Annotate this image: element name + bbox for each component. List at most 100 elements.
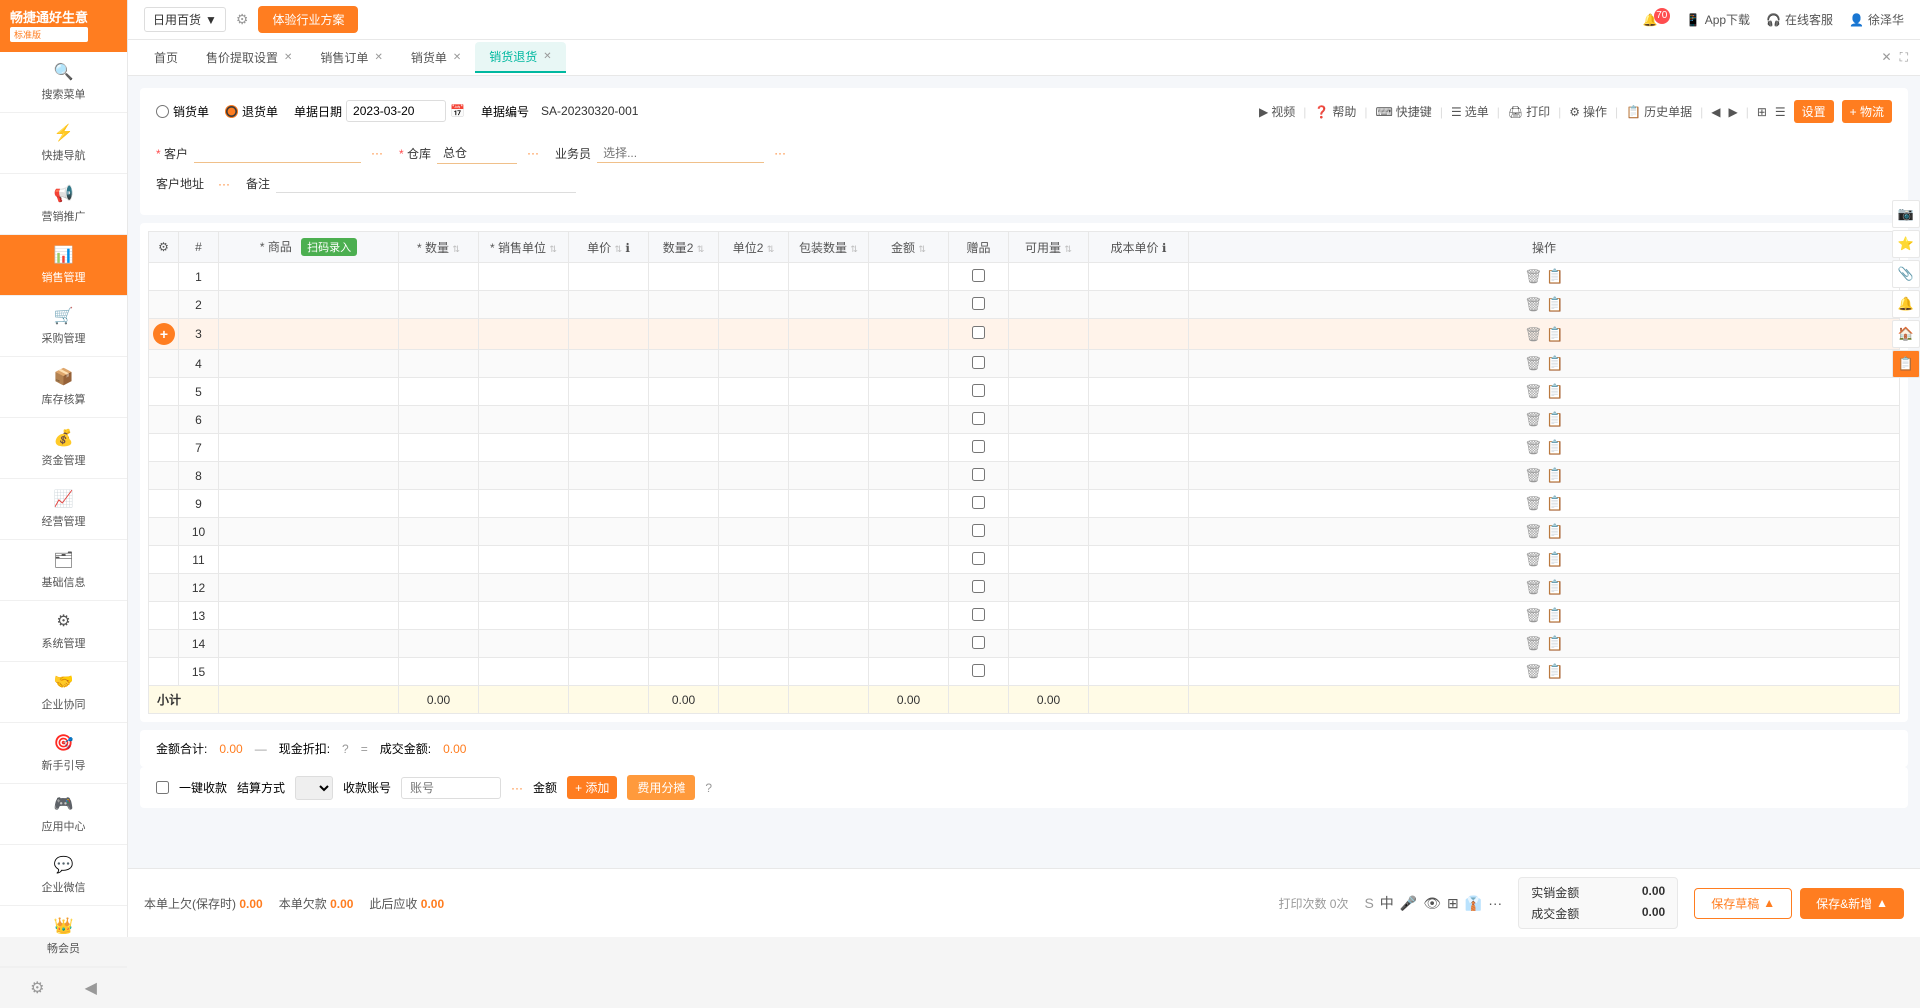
toolbar-select[interactable]: ☰ 选单 <box>1451 103 1489 120</box>
gift-cell[interactable] <box>949 630 1009 658</box>
gift-checkbox[interactable] <box>972 636 985 649</box>
remark-input[interactable] <box>276 174 576 193</box>
product-cell[interactable] <box>219 462 399 490</box>
sidebar-item-system[interactable]: ⚙ 系统管理 <box>0 601 127 662</box>
cost-price-cell[interactable] <box>1089 319 1189 350</box>
sidebar-item-appstore[interactable]: 🎮 应用中心 <box>0 784 127 845</box>
sort-icon[interactable]: ⇅ <box>1064 244 1072 254</box>
copy-icon[interactable]: 📋 <box>1546 411 1563 427</box>
qty-cell[interactable] <box>399 378 479 406</box>
delete-icon[interactable]: 🗑 <box>1524 495 1542 511</box>
available-cell[interactable] <box>1009 602 1089 630</box>
delete-icon[interactable]: 🗑 <box>1524 663 1542 679</box>
save-draft-button[interactable]: 保存草稿 ▲ <box>1694 888 1792 919</box>
product-cell[interactable] <box>219 378 399 406</box>
delete-icon[interactable]: 🗑 <box>1524 326 1542 342</box>
one-click-checkbox[interactable] <box>156 781 169 794</box>
payment-question-icon[interactable]: ? <box>705 781 712 795</box>
price-cell[interactable] <box>569 602 649 630</box>
delete-icon[interactable]: 🗑 <box>1524 355 1542 371</box>
right-quick-photo[interactable]: 📷 <box>1892 200 1920 228</box>
bottom-icon-dots[interactable]: ··· <box>1488 895 1502 911</box>
delete-icon[interactable]: 🗑 <box>1524 467 1542 483</box>
ellipsis-icon[interactable]: ··· <box>511 781 523 795</box>
qty2-cell[interactable] <box>649 490 719 518</box>
staff-input[interactable] <box>597 144 764 163</box>
sale-unit-cell[interactable] <box>479 434 569 462</box>
qty-cell[interactable] <box>399 350 479 378</box>
maximize-icon[interactable]: ⛶ <box>1900 50 1908 65</box>
product-cell[interactable] <box>219 263 399 291</box>
right-quick-star[interactable]: ⭐ <box>1892 230 1920 258</box>
price-cell[interactable] <box>569 378 649 406</box>
price-cell[interactable] <box>569 462 649 490</box>
price-cell[interactable] <box>569 574 649 602</box>
qty2-cell[interactable] <box>649 602 719 630</box>
toolbar-nav-next[interactable]: ▶ <box>1728 105 1737 119</box>
available-cell[interactable] <box>1009 378 1089 406</box>
gift-checkbox[interactable] <box>972 412 985 425</box>
copy-icon[interactable]: 📋 <box>1546 579 1563 595</box>
sort-icon[interactable]: ⇅ <box>549 244 557 254</box>
sidebar-item-shortcut[interactable]: ⚡ 快捷导航 <box>0 113 127 174</box>
address-selector-icon[interactable]: ··· <box>218 177 230 191</box>
available-cell[interactable] <box>1009 630 1089 658</box>
gift-cell[interactable] <box>949 378 1009 406</box>
logistics-button[interactable]: + 物流 <box>1842 100 1892 123</box>
amount-cell[interactable] <box>869 406 949 434</box>
pkg-qty-cell[interactable] <box>789 658 869 686</box>
qty-cell[interactable] <box>399 630 479 658</box>
qty2-cell[interactable] <box>649 406 719 434</box>
calc-method-select[interactable] <box>295 776 333 800</box>
amount-cell[interactable] <box>869 574 949 602</box>
tab-close-icon[interactable]: ✕ <box>453 52 461 63</box>
right-quick-home[interactable]: 🏠 <box>1892 320 1920 348</box>
user-profile[interactable]: 👤 徐泽华 <box>1849 11 1904 28</box>
bottom-icon-mic[interactable]: 🎤 <box>1400 895 1417 912</box>
qty2-cell[interactable] <box>649 546 719 574</box>
amount-cell[interactable] <box>869 630 949 658</box>
col-gear[interactable]: ⚙ <box>149 232 179 263</box>
pkg-qty-cell[interactable] <box>789 406 869 434</box>
toolbar-print[interactable]: 🖨 打印 <box>1508 103 1550 120</box>
gift-cell[interactable] <box>949 602 1009 630</box>
delete-icon[interactable]: 🗑 <box>1524 607 1542 623</box>
product-cell[interactable] <box>219 291 399 319</box>
gift-checkbox[interactable] <box>972 468 985 481</box>
product-cell[interactable] <box>219 630 399 658</box>
delete-icon[interactable]: 🗑 <box>1524 411 1542 427</box>
amount-cell[interactable] <box>869 350 949 378</box>
pkg-qty-cell[interactable] <box>789 602 869 630</box>
radio-return-input[interactable] <box>225 105 238 118</box>
customer-input[interactable] <box>194 144 361 163</box>
copy-icon[interactable]: 📋 <box>1546 551 1563 567</box>
sale-unit-cell[interactable] <box>479 263 569 291</box>
amount-cell[interactable] <box>869 263 949 291</box>
toolbar-grid-view[interactable]: ⊞ <box>1757 105 1767 119</box>
sale-unit-cell[interactable] <box>479 630 569 658</box>
cost-price-cell[interactable] <box>1089 378 1189 406</box>
delete-icon[interactable]: 🗑 <box>1524 268 1542 284</box>
cost-price-cell[interactable] <box>1089 630 1189 658</box>
available-cell[interactable] <box>1009 406 1089 434</box>
price-cell[interactable] <box>569 546 649 574</box>
online-service[interactable]: 🎧 在线客服 <box>1766 11 1833 28</box>
price-cell[interactable] <box>569 263 649 291</box>
tab-home[interactable]: 首页 <box>140 43 192 72</box>
gift-checkbox[interactable] <box>972 496 985 509</box>
pkg-qty-cell[interactable] <box>789 630 869 658</box>
copy-icon[interactable]: 📋 <box>1546 663 1563 679</box>
toolbar-operation[interactable]: ⚙ 操作 <box>1569 103 1607 120</box>
unit2-cell[interactable] <box>719 462 789 490</box>
cost-price-cell[interactable] <box>1089 602 1189 630</box>
sidebar-item-purchase[interactable]: 🛒 采购管理 <box>0 296 127 357</box>
sale-unit-cell[interactable] <box>479 490 569 518</box>
topbar-gear-icon[interactable]: ⚙ <box>236 11 249 28</box>
add-row-button[interactable]: + <box>153 323 175 345</box>
unit2-cell[interactable] <box>719 406 789 434</box>
amount-cell[interactable] <box>869 378 949 406</box>
notification-bell[interactable]: 🔔 70 <box>1643 13 1670 27</box>
available-cell[interactable] <box>1009 546 1089 574</box>
sale-unit-cell[interactable] <box>479 658 569 686</box>
bottom-icon-s[interactable]: S <box>1364 895 1373 911</box>
